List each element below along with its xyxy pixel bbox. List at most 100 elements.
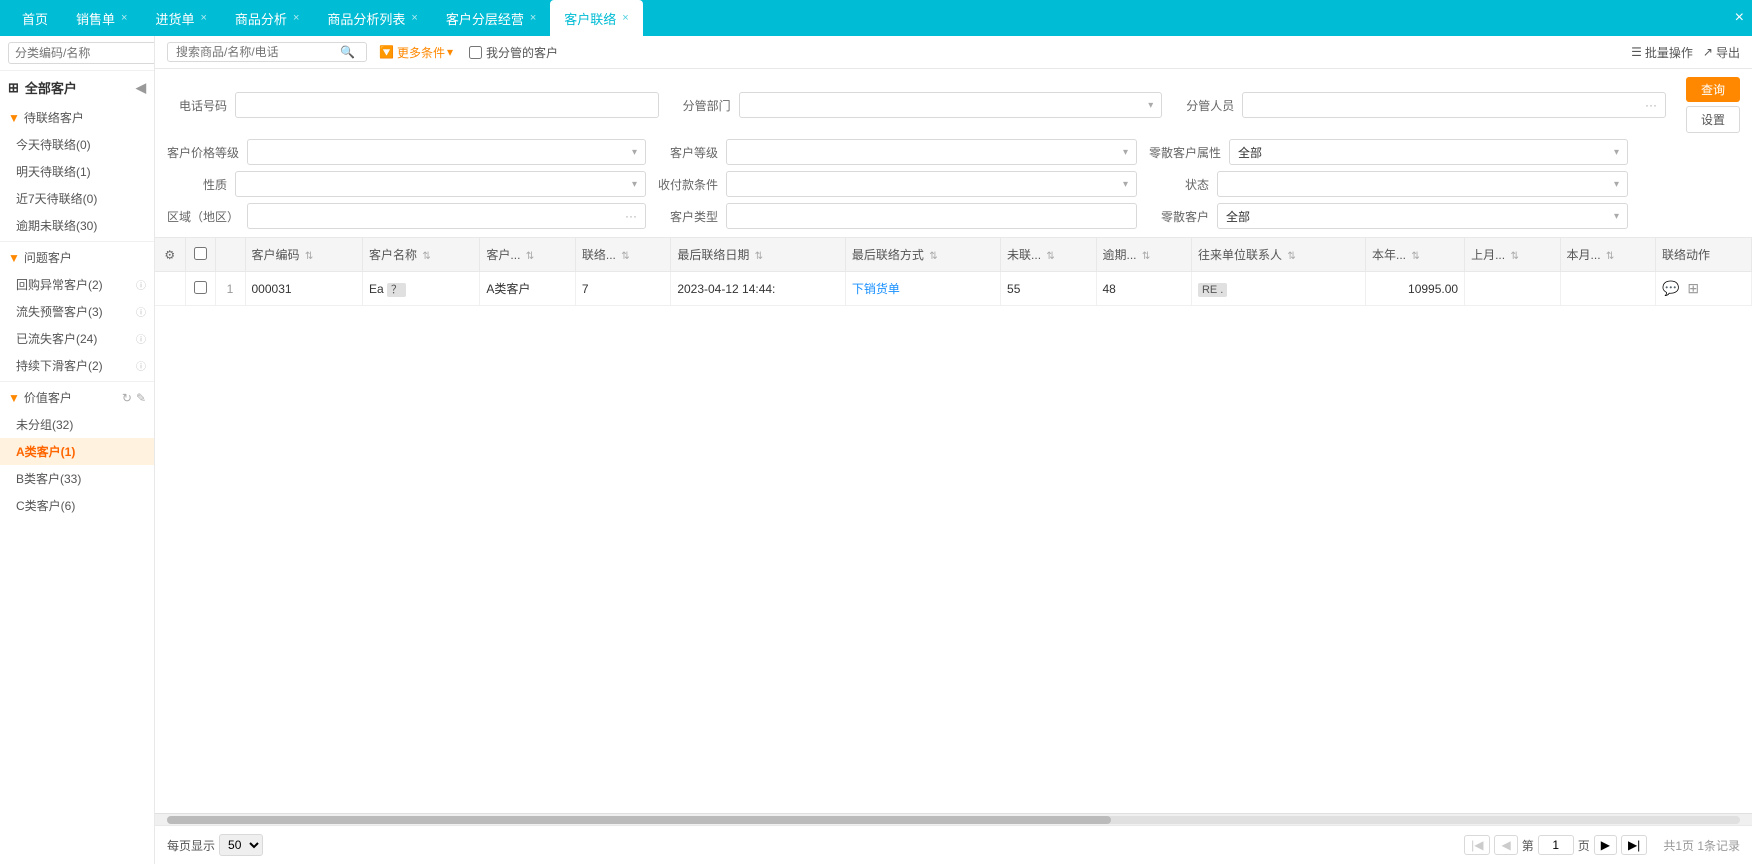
close-purchase-tab[interactable]: × — [200, 12, 206, 24]
value-customers-header[interactable]: ▼ 价值客户 ↻ ✎ — [0, 384, 154, 411]
page-label: 第 — [1522, 837, 1534, 854]
sidebar-item-abnormal-repurchase[interactable]: 回购异常客户(2) ⓘ — [0, 271, 154, 298]
customer-type-input[interactable] — [726, 203, 1137, 229]
collapse-icon[interactable]: ◀ — [136, 80, 146, 96]
sort-last-date-icon[interactable]: ⇅ — [755, 251, 763, 262]
filter-search-icon[interactable]: 🔍 — [340, 45, 355, 59]
help-icon-0: ⓘ — [136, 277, 146, 292]
scrollbar-thumb[interactable] — [167, 816, 1111, 824]
payment-input[interactable]: ▾ — [726, 171, 1137, 197]
batch-ops-button[interactable]: ☰ 批量操作 — [1631, 44, 1693, 61]
filter-my-customers[interactable]: 我分管的客户 — [469, 44, 558, 61]
sidebar-item-churn-warning[interactable]: 流失预警客户(3) ⓘ — [0, 298, 154, 325]
problem-customers-header[interactable]: ▼ 问题客户 — [0, 244, 154, 271]
settings-gear-icon[interactable]: ⚙ — [164, 248, 175, 262]
sidebar-item-overdue[interactable]: 逾期未联络(30) — [0, 212, 154, 239]
retail-attr-input[interactable]: 全部 ▾ — [1229, 139, 1628, 165]
page-input[interactable] — [1538, 835, 1574, 855]
nav-home[interactable]: 首页 — [8, 0, 62, 36]
content-area: 🔍 🔽 更多条件 ▾ 我分管的客户 ☰ 批量操作 ↗ 导出 — [155, 36, 1752, 864]
sort-contact-icon[interactable]: ⇅ — [621, 251, 629, 262]
row-checkbox[interactable] — [194, 281, 207, 294]
customer-level-input[interactable]: ▾ — [726, 139, 1137, 165]
sort-code-icon[interactable]: ⇅ — [305, 251, 313, 262]
chat-icon[interactable]: 💬 — [1662, 280, 1679, 297]
sidebar-item-class-b[interactable]: B类客户(33) — [0, 465, 154, 492]
nature-arrow-icon: ▾ — [632, 179, 637, 190]
filter-more-button[interactable]: 🔽 更多条件 ▾ — [379, 44, 453, 61]
sidebar-item-churned[interactable]: 已流失客户(24) ⓘ — [0, 325, 154, 352]
nav-tab-analysis-list[interactable]: 商品分析列表 × — [313, 0, 431, 36]
dept-input[interactable]: ▾ — [739, 92, 1163, 118]
divider2 — [0, 381, 154, 382]
sort-overdue-icon[interactable]: ⇅ — [1142, 251, 1150, 262]
chevron-down-icon: ▾ — [447, 45, 453, 59]
nav-tab-customer-contact[interactable]: 客户联络 × — [550, 0, 642, 36]
sidebar-item-unclassified[interactable]: 未分组(32) — [0, 411, 154, 438]
td-index: 1 — [215, 272, 245, 306]
filter-customer-level: 客户等级 ▾ — [658, 139, 1137, 165]
close-sales-tab[interactable]: × — [121, 12, 127, 24]
settings-button[interactable]: 设置 — [1686, 106, 1740, 133]
close-analysis-tab[interactable]: × — [293, 12, 299, 24]
arrow-icon3: ▼ — [8, 391, 20, 405]
select-all-checkbox[interactable] — [194, 247, 207, 260]
prev-page-button[interactable]: ◀ — [1494, 835, 1517, 855]
person-input[interactable]: ··· — [1242, 92, 1666, 118]
filter-search-input[interactable] — [176, 45, 336, 59]
nav-tab-analysis[interactable]: 商品分析 × — [221, 0, 313, 36]
region-dots-icon: ··· — [625, 209, 637, 223]
help-icon-2: ⓘ — [136, 331, 146, 346]
nature-input[interactable]: ▾ — [235, 171, 646, 197]
refresh-icon[interactable]: ↻ — [122, 391, 132, 405]
sidebar-item-class-a[interactable]: A类客户(1) — [0, 438, 154, 465]
sidebar-item-today[interactable]: 今天待联络(0) — [0, 131, 154, 158]
filter-phone: 电话号码 — [167, 92, 659, 118]
sort-no-contact-icon[interactable]: ⇅ — [1046, 251, 1054, 262]
my-customers-checkbox[interactable] — [469, 46, 482, 59]
close-all-button[interactable]: × — [1735, 9, 1744, 27]
td-last-method[interactable]: 下销货单 — [845, 272, 1000, 306]
all-customers-item[interactable]: ⊞ 全部客户 ◀ — [0, 71, 154, 104]
close-analysis-list-tab[interactable]: × — [411, 12, 417, 24]
sidebar-item-tomorrow[interactable]: 明天待联络(1) — [0, 158, 154, 185]
close-customer-segment-tab[interactable]: × — [530, 12, 536, 24]
nav-tab-customer-segment[interactable]: 客户分层经营 × — [432, 0, 550, 36]
sort-name-icon[interactable]: ⇅ — [422, 251, 430, 262]
nav-tab-sales[interactable]: 销售单 × — [62, 0, 141, 36]
horizontal-scrollbar[interactable] — [155, 813, 1752, 825]
first-page-button[interactable]: |◀ — [1464, 835, 1490, 855]
pending-contact-header[interactable]: ▼ 待联络客户 — [0, 104, 154, 131]
price-level-input[interactable]: ▾ — [247, 139, 646, 165]
last-method-link[interactable]: 下销货单 — [852, 282, 900, 296]
sort-level-icon[interactable]: ⇅ — [526, 251, 534, 262]
retail-customer-input[interactable]: 全部 ▾ — [1217, 203, 1628, 229]
close-customer-contact-tab[interactable]: × — [622, 12, 628, 24]
sidebar-item-declining[interactable]: 持续下滑客户(2) ⓘ — [0, 352, 154, 379]
sidebar-search-input[interactable] — [8, 42, 155, 64]
filter-right-actions: ☰ 批量操作 ↗ 导出 — [1631, 44, 1740, 61]
sort-unit-contact-icon[interactable]: ⇅ — [1287, 251, 1295, 262]
sort-last-month-icon[interactable]: ⇅ — [1510, 251, 1518, 262]
next-page-button[interactable]: ▶ — [1594, 835, 1617, 855]
edit-icon[interactable]: ✎ — [136, 391, 146, 405]
query-button[interactable]: 查询 — [1686, 77, 1740, 102]
per-page-select[interactable]: 50 — [219, 834, 263, 856]
phone-input[interactable] — [235, 92, 659, 118]
sidebar-item-class-c[interactable]: C类客户(6) — [0, 492, 154, 519]
sidebar-item-7days[interactable]: 近7天待联络(0) — [0, 185, 154, 212]
nav-tab-purchase[interactable]: 进货单 × — [141, 0, 220, 36]
total-info: 共1页 1条记录 — [1663, 837, 1740, 854]
region-input[interactable]: ··· — [247, 203, 646, 229]
sort-this-month-icon[interactable]: ⇅ — [1606, 251, 1614, 262]
filter-row-1: 电话号码 分管部门 ▾ 分管人员 ··· — [167, 77, 1740, 133]
qrcode-icon[interactable]: ⊞ — [1687, 280, 1699, 297]
export-button[interactable]: ↗ 导出 — [1703, 44, 1740, 61]
td-this-month — [1560, 272, 1655, 306]
per-page-selector: 每页显示 50 — [167, 834, 263, 856]
last-page-button[interactable]: ▶| — [1621, 835, 1647, 855]
td-level: A类客户 — [480, 272, 575, 306]
sort-last-method-icon[interactable]: ⇅ — [929, 251, 937, 262]
status-input[interactable]: ▾ — [1217, 171, 1628, 197]
sort-this-year-icon[interactable]: ⇅ — [1411, 251, 1419, 262]
